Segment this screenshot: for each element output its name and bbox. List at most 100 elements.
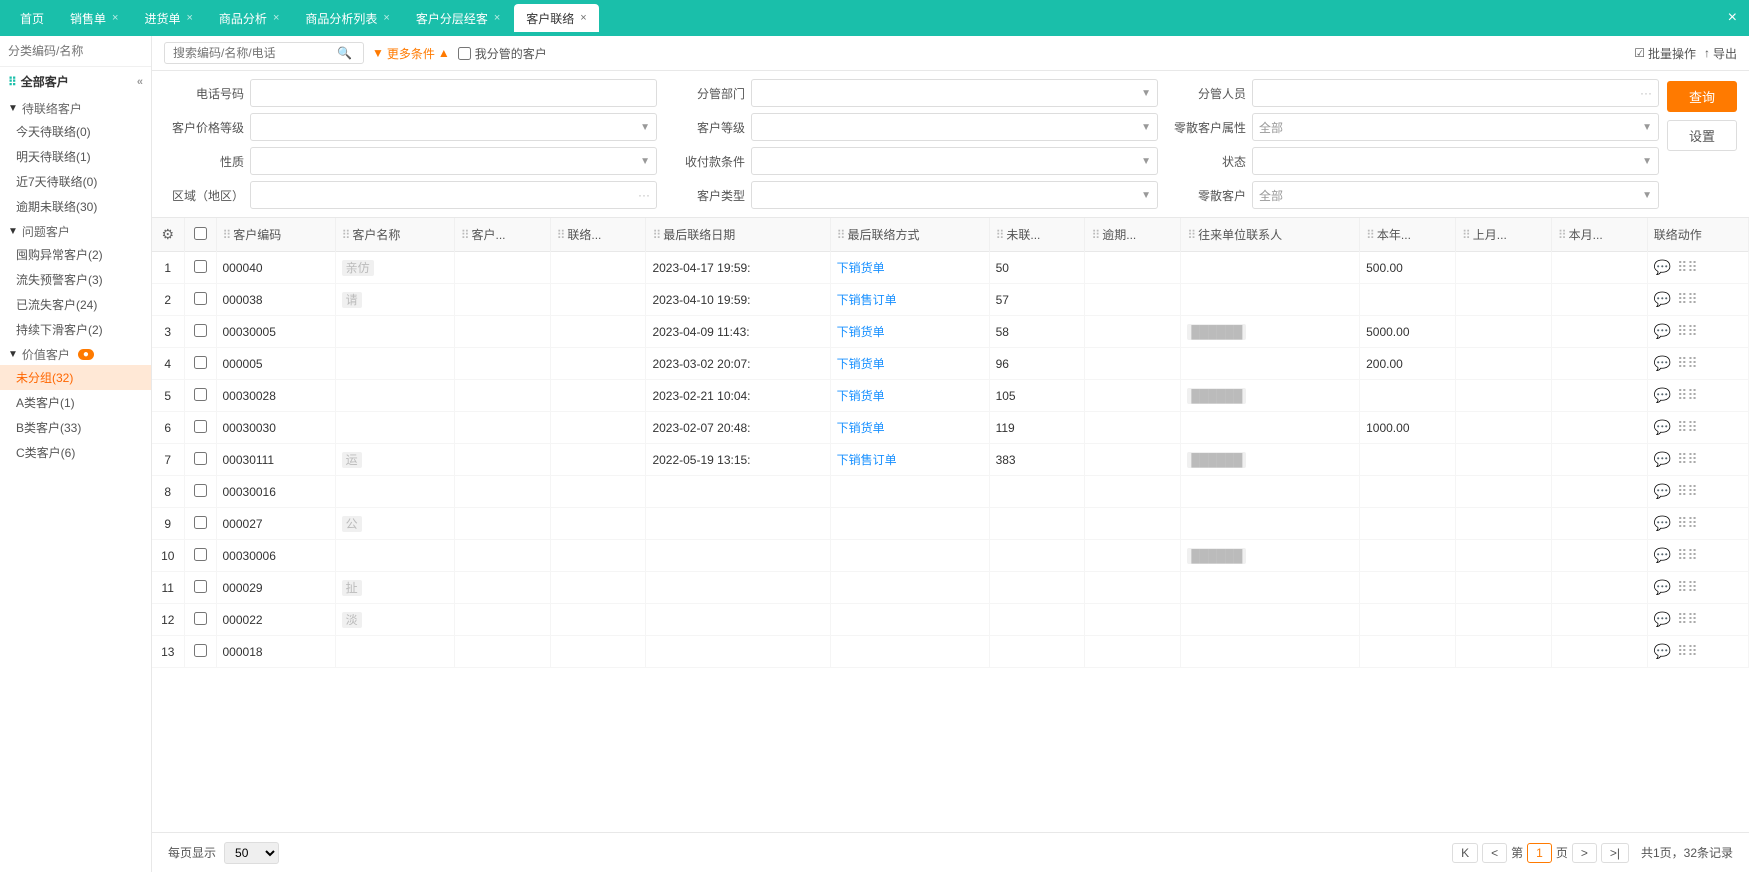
contact-icon[interactable]: 💬	[1654, 643, 1671, 660]
search-icon[interactable]: 🔍	[337, 46, 352, 60]
per-page-select[interactable]: 50 100 200	[224, 842, 279, 864]
row-checkbox-cell[interactable]	[184, 636, 216, 668]
row-checkbox[interactable]	[194, 356, 207, 369]
row-checkbox[interactable]	[194, 452, 207, 465]
row-checkbox[interactable]	[194, 516, 207, 529]
close-product-analysis-icon[interactable]: ×	[273, 12, 279, 24]
payment-terms-input[interactable]: ▼	[751, 147, 1158, 175]
category-search-input[interactable]	[8, 44, 152, 58]
batch-ops-btn[interactable]: ☑ 批量操作	[1634, 45, 1696, 62]
contact-icon[interactable]: 💬	[1654, 483, 1671, 500]
tab-customer-segment[interactable]: 客户分层经客 ×	[404, 4, 512, 32]
row-checkbox[interactable]	[194, 420, 207, 433]
more-action-icon[interactable]: ⠿⠿	[1677, 259, 1698, 276]
sidebar-item-7day-pending[interactable]: 近7天待联络(0)	[0, 169, 151, 194]
close-purchase-order-icon[interactable]: ×	[186, 12, 192, 24]
customer-level-input[interactable]: ▼	[751, 113, 1158, 141]
last-method-link[interactable]: 下销货单	[837, 421, 885, 435]
sidebar-item-today-pending[interactable]: 今天待联络(0)	[0, 119, 151, 144]
tab-home[interactable]: 首页	[8, 4, 56, 32]
last-page-btn[interactable]: >|	[1601, 843, 1629, 863]
more-action-icon[interactable]: ⠿⠿	[1677, 547, 1698, 564]
department-input[interactable]: ▼	[751, 79, 1158, 107]
row-checkbox[interactable]	[194, 324, 207, 337]
row-checkbox-cell[interactable]	[184, 444, 216, 476]
sidebar-item-declining[interactable]: 持续下滑客户(2)	[0, 317, 151, 342]
search-box[interactable]: 🔍	[164, 42, 364, 64]
row-checkbox-cell[interactable]	[184, 380, 216, 412]
row-checkbox-cell[interactable]	[184, 572, 216, 604]
row-checkbox-cell[interactable]	[184, 348, 216, 380]
contact-icon[interactable]: 💬	[1654, 547, 1671, 564]
phone-input[interactable]	[250, 79, 657, 107]
more-action-icon[interactable]: ⠿⠿	[1677, 323, 1698, 340]
sidebar-item-abnormal-hoarding[interactable]: 囤购异常客户(2)	[0, 242, 151, 267]
row-checkbox[interactable]	[194, 292, 207, 305]
select-all-checkbox[interactable]	[194, 227, 207, 240]
sidebar-collapse-icon[interactable]: «	[137, 76, 143, 88]
more-action-icon[interactable]: ⠿⠿	[1677, 643, 1698, 660]
search-input[interactable]	[173, 46, 333, 60]
status-input[interactable]: ▼	[1252, 147, 1659, 175]
row-checkbox-cell[interactable]	[184, 252, 216, 284]
next-page-btn[interactable]: >	[1572, 843, 1597, 863]
sidebar-item-ungroup[interactable]: 未分组(32)	[0, 365, 151, 390]
close-sales-order-icon[interactable]: ×	[112, 12, 118, 24]
sidebar-item-c-class[interactable]: C类客户(6)	[0, 440, 151, 465]
tab-purchase-order[interactable]: 进货单 ×	[132, 4, 204, 32]
contact-icon[interactable]: 💬	[1654, 355, 1671, 372]
tab-customer-contact[interactable]: 客户联络 ×	[514, 4, 598, 32]
more-action-icon[interactable]: ⠿⠿	[1677, 451, 1698, 468]
last-method-link[interactable]: 下销货单	[837, 261, 885, 275]
col-checkbox-all[interactable]	[184, 218, 216, 252]
price-level-input[interactable]: ▼	[250, 113, 657, 141]
close-customer-contact-icon[interactable]: ×	[580, 12, 586, 24]
more-action-icon[interactable]: ⠿⠿	[1677, 515, 1698, 532]
window-close-icon[interactable]: ×	[1728, 9, 1737, 27]
more-action-icon[interactable]: ⠿⠿	[1677, 579, 1698, 596]
row-checkbox-cell[interactable]	[184, 316, 216, 348]
region-input[interactable]: ···	[250, 181, 657, 209]
more-action-icon[interactable]: ⠿⠿	[1677, 419, 1698, 436]
contact-icon[interactable]: 💬	[1654, 323, 1671, 340]
sidebar-item-tomorrow-pending[interactable]: 明天待联络(1)	[0, 144, 151, 169]
zero-retail-input[interactable]: 全部▼	[1252, 181, 1659, 209]
contact-icon[interactable]: 💬	[1654, 611, 1671, 628]
more-conditions-btn[interactable]: ▼ 更多条件 ▲	[372, 45, 450, 62]
row-checkbox[interactable]	[194, 612, 207, 625]
settings-icon[interactable]: ⚙	[161, 226, 174, 242]
row-checkbox-cell[interactable]	[184, 508, 216, 540]
row-checkbox-cell[interactable]	[184, 476, 216, 508]
last-method-link[interactable]: 下销售订单	[837, 453, 897, 467]
row-checkbox-cell[interactable]	[184, 604, 216, 636]
row-checkbox-cell[interactable]	[184, 284, 216, 316]
sidebar-item-b-class[interactable]: B类客户(33)	[0, 415, 151, 440]
manager-input[interactable]: ···	[1252, 79, 1659, 107]
row-checkbox[interactable]	[194, 644, 207, 657]
query-button[interactable]: 查询	[1667, 81, 1737, 112]
more-action-icon[interactable]: ⠿⠿	[1677, 291, 1698, 308]
row-checkbox[interactable]	[194, 580, 207, 593]
prev-page-btn[interactable]: <	[1482, 843, 1507, 863]
row-checkbox[interactable]	[194, 388, 207, 401]
sidebar-item-churned[interactable]: 已流失客户(24)	[0, 292, 151, 317]
row-checkbox-cell[interactable]	[184, 540, 216, 572]
more-action-icon[interactable]: ⠿⠿	[1677, 611, 1698, 628]
customer-type-input[interactable]: ▼	[751, 181, 1158, 209]
zero-retail-attr-input[interactable]: 全部▼	[1252, 113, 1659, 141]
more-action-icon[interactable]: ⠿⠿	[1677, 387, 1698, 404]
sidebar-item-overdue-contact[interactable]: 逾期未联络(30)	[0, 194, 151, 219]
contact-icon[interactable]: 💬	[1654, 419, 1671, 436]
all-customers-header[interactable]: ⠿ 全部客户 «	[0, 67, 151, 96]
sidebar-item-churn-warning[interactable]: 流失预警客户(3)	[0, 267, 151, 292]
tab-product-analysis[interactable]: 商品分析 ×	[207, 4, 291, 32]
last-method-link[interactable]: 下销售订单	[837, 293, 897, 307]
last-method-link[interactable]: 下销货单	[837, 357, 885, 371]
more-action-icon[interactable]: ⠿⠿	[1677, 355, 1698, 372]
contact-icon[interactable]: 💬	[1654, 259, 1671, 276]
nature-input[interactable]: ▼	[250, 147, 657, 175]
sidebar-item-a-class[interactable]: A类客户(1)	[0, 390, 151, 415]
tab-product-analysis-list[interactable]: 商品分析列表 ×	[293, 4, 401, 32]
my-customers-checkbox[interactable]	[458, 47, 471, 60]
close-product-analysis-list-icon[interactable]: ×	[383, 12, 389, 24]
